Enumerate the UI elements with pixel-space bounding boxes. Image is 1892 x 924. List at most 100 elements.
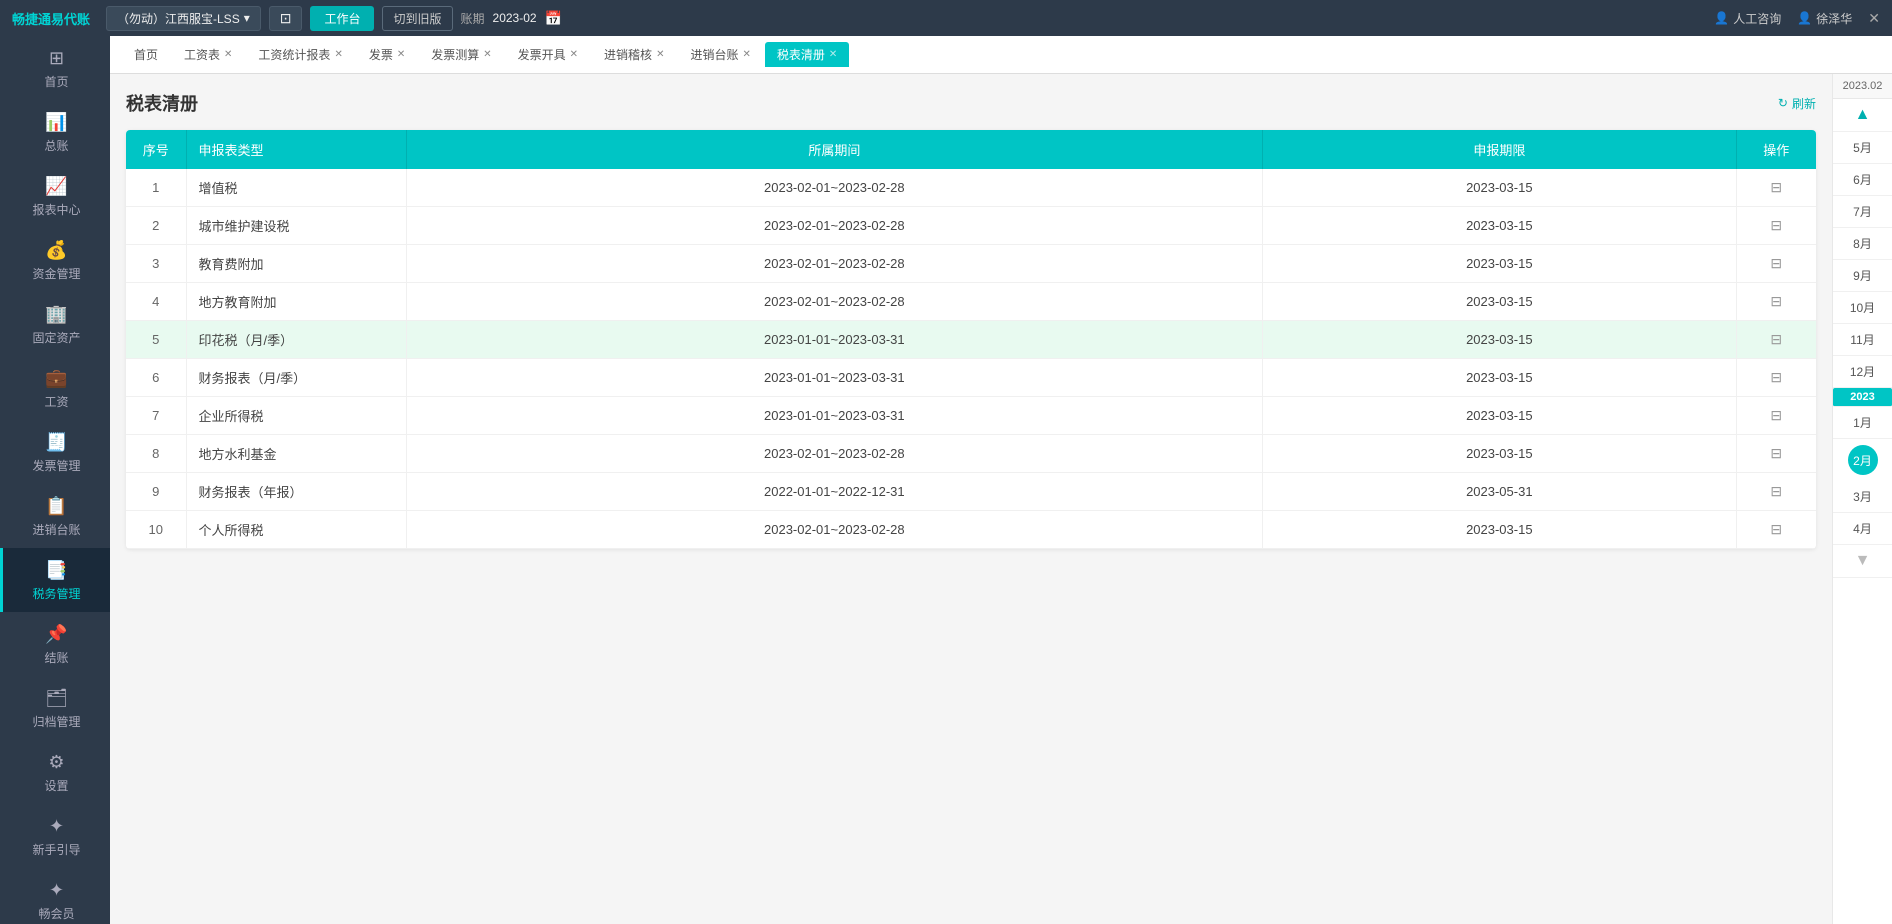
tab-tax-clear-close[interactable]: ✕ <box>829 49 837 60</box>
tab-invoice-open-close[interactable]: ✕ <box>570 49 578 60</box>
refresh-button[interactable]: ↻ 刷新 <box>1778 95 1816 112</box>
company-selector[interactable]: （勿动）江西服宝-LSS ▾ <box>106 6 261 31</box>
sidebar-label-fund: 资金管理 <box>32 265 80 282</box>
date-active-row: 2月 <box>1833 439 1892 481</box>
date-month-8[interactable]: 8月 <box>1833 228 1892 260</box>
sidebar-item-archive[interactable]: 🗂 归档管理 <box>0 676 110 740</box>
date-month-7[interactable]: 7月 <box>1833 196 1892 228</box>
sidebar-item-tax[interactable]: 📑 税务管理 <box>0 548 110 612</box>
sidebar-label-guide: 新手引导 <box>32 841 80 858</box>
sidebar-item-settle[interactable]: 📌 结账 <box>0 612 110 676</box>
tab-purchase-ledger-close[interactable]: ✕ <box>742 49 750 60</box>
content-area: 首页 工资表 ✕ 工资统计报表 ✕ 发票 ✕ 发票测算 ✕ 发票开具 ✕ <box>110 36 1892 924</box>
sidebar-item-salary[interactable]: 💼 工资 <box>0 356 110 420</box>
sidebar-item-report[interactable]: 📈 报表中心 <box>0 164 110 228</box>
cell-action[interactable]: ⊟ <box>1736 511 1816 549</box>
sidebar-item-ledger[interactable]: 📊 总账 <box>0 100 110 164</box>
date-scroll-down[interactable]: ▼ <box>1833 545 1892 578</box>
sidebar-item-home[interactable]: ⊞ 首页 <box>0 36 110 100</box>
date-month-12[interactable]: 12月 <box>1833 356 1892 388</box>
cell-action[interactable]: ⊟ <box>1736 473 1816 511</box>
sidebar-item-purchase[interactable]: 📋 进销台账 <box>0 484 110 548</box>
sidebar-item-settings[interactable]: ⚙ 设置 <box>0 740 110 804</box>
tab-purchase-check[interactable]: 进销稽核 ✕ <box>592 42 676 67</box>
cell-type: 教育费附加 <box>186 245 406 283</box>
tab-salary[interactable]: 工资表 ✕ <box>172 42 244 67</box>
action-detail-icon[interactable]: ⊟ <box>1770 407 1782 423</box>
tab-invoice-close[interactable]: ✕ <box>397 49 405 60</box>
sidebar-label-purchase: 进销台账 <box>32 521 80 538</box>
cell-no: 6 <box>126 359 186 397</box>
tabbar: 首页 工资表 ✕ 工资统计报表 ✕ 发票 ✕ 发票测算 ✕ 发票开具 ✕ <box>110 36 1892 74</box>
cell-action[interactable]: ⊟ <box>1736 397 1816 435</box>
ai-consult[interactable]: 👤 人工咨询 <box>1714 10 1781 27</box>
date-month-4[interactable]: 4月 <box>1833 513 1892 545</box>
sidebar-item-fixed[interactable]: 🏢 固定资产 <box>0 292 110 356</box>
workbench-button[interactable]: 工作台 <box>310 6 374 31</box>
close-window-icon[interactable]: ✕ <box>1868 10 1880 27</box>
tab-salary-close[interactable]: ✕ <box>224 49 232 60</box>
date-month-9[interactable]: 9月 <box>1833 260 1892 292</box>
cell-period: 2023-02-01~2023-02-28 <box>406 511 1263 549</box>
cell-action[interactable]: ⊟ <box>1736 359 1816 397</box>
action-detail-icon[interactable]: ⊟ <box>1770 293 1782 309</box>
cell-action[interactable]: ⊟ <box>1736 435 1816 473</box>
action-detail-icon[interactable]: ⊟ <box>1770 369 1782 385</box>
tab-home[interactable]: 首页 <box>122 42 170 67</box>
cell-action[interactable]: ⊟ <box>1736 245 1816 283</box>
table-row: 8 地方水利基金 2023-02-01~2023-02-28 2023-03-1… <box>126 435 1816 473</box>
date-month-5[interactable]: 5月 <box>1833 132 1892 164</box>
cell-action[interactable]: ⊟ <box>1736 321 1816 359</box>
page-content: 税表清册 ↻ 刷新 序号 申报表类型 所属期间 申报期限 操作 <box>110 74 1892 924</box>
ledger-icon: 📊 <box>45 112 67 133</box>
cell-action[interactable]: ⊟ <box>1736 207 1816 245</box>
date-month-2-active[interactable]: 2月 <box>1848 445 1878 475</box>
cell-no: 5 <box>126 321 186 359</box>
settle-icon: 📌 <box>45 624 67 645</box>
sidebar-item-member[interactable]: ✦ 畅会员 <box>0 868 110 924</box>
cell-action[interactable]: ⊟ <box>1736 169 1816 207</box>
tab-tax-clear[interactable]: 税表清册 ✕ <box>765 42 849 67</box>
date-month-10[interactable]: 10月 <box>1833 292 1892 324</box>
tab-invoice[interactable]: 发票 ✕ <box>357 42 417 67</box>
old-version-button[interactable]: 切到旧版 <box>382 6 452 31</box>
cell-no: 4 <box>126 283 186 321</box>
sidebar-item-guide[interactable]: ✦ 新手引导 <box>0 804 110 868</box>
tab-tax-clear-label: 税表清册 <box>777 46 825 63</box>
invoice-icon: 🧾 <box>45 432 67 453</box>
sidebar-item-fund[interactable]: 💰 资金管理 <box>0 228 110 292</box>
action-detail-icon[interactable]: ⊟ <box>1770 445 1782 461</box>
sidebar-item-invoice[interactable]: 🧾 发票管理 <box>0 420 110 484</box>
tab-invoice-open[interactable]: 发票开具 ✕ <box>506 42 590 67</box>
action-detail-icon[interactable]: ⊟ <box>1770 179 1782 195</box>
cell-deadline: 2023-03-15 <box>1263 245 1736 283</box>
tab-salary-report[interactable]: 工资统计报表 ✕ <box>246 42 354 67</box>
tab-invoice-calc-close[interactable]: ✕ <box>483 49 491 60</box>
date-month-11[interactable]: 11月 <box>1833 324 1892 356</box>
action-detail-icon[interactable]: ⊟ <box>1770 255 1782 271</box>
user-info[interactable]: 👤 徐泽华 <box>1797 10 1852 27</box>
tax-icon: 📑 <box>45 560 67 581</box>
action-detail-icon[interactable]: ⊟ <box>1770 217 1782 233</box>
tab-purchase-check-close[interactable]: ✕ <box>656 49 664 60</box>
tab-salary-report-close[interactable]: ✕ <box>334 49 342 60</box>
cell-type: 个人所得税 <box>186 511 406 549</box>
date-scroll-up[interactable]: ▲ <box>1833 99 1892 132</box>
copy-button[interactable]: ⊡ <box>269 6 303 31</box>
action-detail-icon[interactable]: ⊟ <box>1770 521 1782 537</box>
fund-icon: 💰 <box>45 240 67 261</box>
tab-purchase-ledger[interactable]: 进销台账 ✕ <box>678 42 762 67</box>
action-detail-icon[interactable]: ⊟ <box>1770 483 1782 499</box>
cell-no: 2 <box>126 207 186 245</box>
date-month-6[interactable]: 6月 <box>1833 164 1892 196</box>
date-month-3[interactable]: 3月 <box>1833 481 1892 513</box>
purchase-icon: 📋 <box>45 496 67 517</box>
cell-action[interactable]: ⊟ <box>1736 283 1816 321</box>
calendar-icon[interactable]: 📅 <box>545 10 562 27</box>
date-month-1[interactable]: 1月 <box>1833 407 1892 439</box>
action-detail-icon[interactable]: ⊟ <box>1770 331 1782 347</box>
sidebar-label-settle: 结账 <box>44 649 68 666</box>
cell-no: 1 <box>126 169 186 207</box>
table-row: 1 增值税 2023-02-01~2023-02-28 2023-03-15 ⊟ <box>126 169 1816 207</box>
tab-invoice-calc[interactable]: 发票测算 ✕ <box>419 42 503 67</box>
